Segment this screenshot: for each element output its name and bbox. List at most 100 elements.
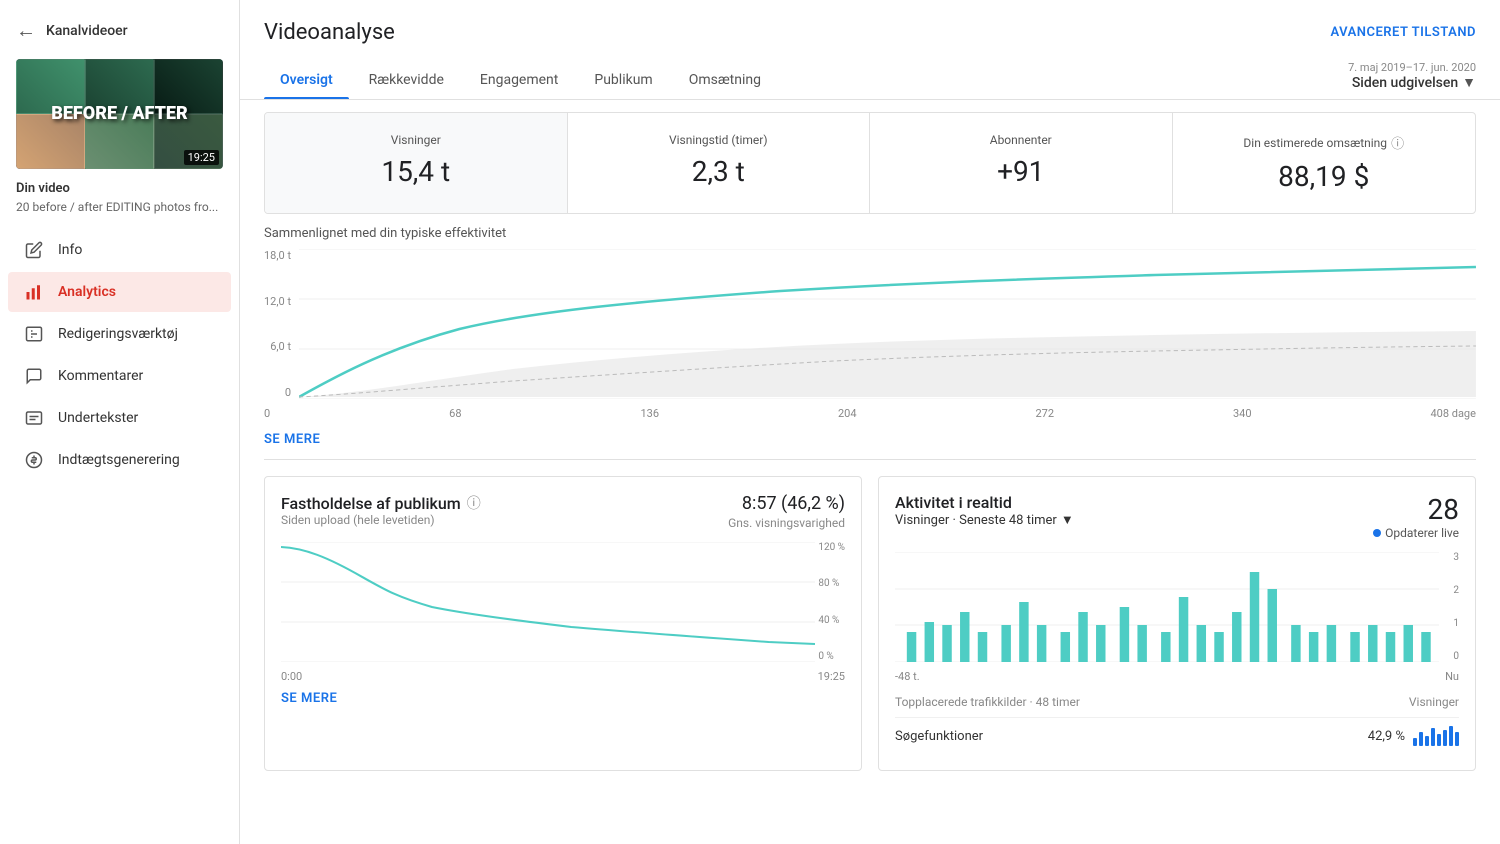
traffic-header: Topplacerede trafikkilder · 48 timer Vis… <box>895 695 1459 709</box>
retention-subtitle: Siden upload (hele levetiden) <box>281 513 481 527</box>
retention-svg <box>281 542 815 662</box>
stats-section: Visninger 15,4 t Visningstid (timer) 2,3… <box>240 112 1500 214</box>
sidebar-item-comments[interactable]: Kommentarer <box>8 356 231 396</box>
retention-panel-header: Fastholdelse af publikum ⓘ Siden upload … <box>281 493 845 530</box>
realtime-chart: 3 2 1 0 <box>895 552 1459 662</box>
analytics-icon <box>24 282 44 302</box>
realtime-dropdown[interactable]: Visninger · Seneste 48 timer ▼ <box>895 512 1074 528</box>
tab-engagement[interactable]: Engagement <box>464 62 574 98</box>
sidebar-item-monetization-label: Indtægtsgenerering <box>58 452 180 468</box>
bottom-panels: Fastholdelse af publikum ⓘ Siden upload … <box>264 476 1476 771</box>
sidebar-header-title: Kanalvideoer <box>46 23 128 39</box>
stat-label-visninger: Visninger <box>289 133 543 147</box>
date-range-dates: 7. maj 2019–17. jun. 2020 <box>1348 61 1476 74</box>
info-icon: ⓘ <box>1391 133 1404 152</box>
realtime-count: 28 <box>1373 493 1459 526</box>
retention-y-labels: 120 % 80 % 40 % 0 % <box>818 542 845 662</box>
traffic-row-search: Søgefunktioner 42,9 % <box>895 717 1459 754</box>
sidebar-item-editor-label: Redigeringsværktøj <box>58 326 178 342</box>
live-dot <box>1373 529 1381 537</box>
realtime-title: Aktivitet i realtid <box>895 493 1074 512</box>
stat-card-omsaetning: Din estimerede omsætning ⓘ 88,19 $ <box>1173 113 1476 213</box>
live-indicator: Opdaterer live <box>1373 526 1459 540</box>
sidebar-item-subtitles-label: Undertekster <box>58 410 138 426</box>
mini-bar-1 <box>1413 738 1417 746</box>
back-icon: ← <box>16 18 36 43</box>
main-header: Videoanalyse AVANCERET TILSTAND <box>240 0 1500 45</box>
sidebar-item-info[interactable]: Info <box>8 230 231 270</box>
page-title: Videoanalyse <box>264 20 395 45</box>
chevron-down-icon: ▼ <box>1462 74 1476 91</box>
comparison-text: Sammenlignet med din typiske effektivite… <box>240 214 1500 249</box>
tab-omsaetning[interactable]: Omsætning <box>673 62 777 98</box>
thumbnail-text: BEFORE / AFTER <box>51 103 188 125</box>
mini-chart <box>1413 726 1459 746</box>
retention-chart: 120 % 80 % 40 % 0 % <box>281 542 845 662</box>
see-more-button-main[interactable]: SE MERE <box>264 432 320 447</box>
mini-bar-3 <box>1425 736 1429 746</box>
sidebar-item-monetization[interactable]: Indtægtsgenerering <box>8 440 231 480</box>
advanced-mode-button[interactable]: AVANCERET TILSTAND <box>1330 25 1476 40</box>
tab-oversigt[interactable]: Oversigt <box>264 62 349 98</box>
editor-icon <box>24 324 44 344</box>
retention-title-row: Fastholdelse af publikum ⓘ <box>281 493 481 513</box>
divider <box>264 459 1476 460</box>
retention-panel: Fastholdelse af publikum ⓘ Siden upload … <box>264 476 862 771</box>
date-range-container: 7. maj 2019–17. jun. 2020 Siden udgivels… <box>1348 61 1476 99</box>
chart-x-labels: 0 68 136 204 272 340 408 dage <box>240 403 1500 420</box>
video-title: Din video <box>16 181 223 196</box>
video-subtitle: 20 before / after EDITING photos fro... <box>16 200 223 214</box>
subtitles-icon <box>24 408 44 428</box>
sidebar-nav: Info Analytics Redigeringsværktøj Kommen… <box>0 230 239 482</box>
stat-value-visningstid: 2,3 t <box>592 155 846 188</box>
main-chart-svg <box>299 249 1476 399</box>
mini-bar-4 <box>1431 728 1435 746</box>
traffic-source-label: Søgefunktioner <box>895 729 983 744</box>
traffic-value-container: 42,9 % <box>1368 726 1459 746</box>
date-dropdown[interactable]: Siden udgivelsen ▼ <box>1352 74 1476 91</box>
retention-title-group: Fastholdelse af publikum ⓘ Siden upload … <box>281 493 481 527</box>
stat-value-omsaetning: 88,19 $ <box>1197 160 1452 193</box>
dropdown-arrow-icon: ▼ <box>1061 512 1074 528</box>
sidebar-item-editor[interactable]: Redigeringsværktøj <box>8 314 231 354</box>
date-dropdown-value: Siden udgivelsen <box>1352 75 1458 91</box>
realtime-count-group: 28 Opdaterer live <box>1373 493 1459 540</box>
stat-value-visninger: 15,4 t <box>289 155 543 188</box>
mini-bar-2 <box>1419 732 1423 746</box>
stat-label-visningstid: Visningstid (timer) <box>592 133 846 147</box>
retention-metric-group: 8:57 (46,2 %) Gns. visningsvarighed <box>728 493 845 530</box>
traffic-section: Topplacerede trafikkilder · 48 timer Vis… <box>895 695 1459 754</box>
retention-metric-sub: Gns. visningsvarighed <box>728 516 845 530</box>
realtime-y-labels: 3 2 1 0 <box>1453 552 1459 662</box>
sidebar-item-subtitles[interactable]: Undertekster <box>8 398 231 438</box>
realtime-x-labels: -48 t. Nu <box>895 670 1459 683</box>
mini-bar-6 <box>1443 730 1447 746</box>
sidebar-item-analytics-label: Analytics <box>58 284 116 300</box>
sidebar-item-info-label: Info <box>58 242 82 258</box>
main-content: Videoanalyse AVANCERET TILSTAND Oversigt… <box>240 0 1500 844</box>
mini-bar-7 <box>1449 726 1453 746</box>
stat-card-abonnenter: Abonnenter +91 <box>870 113 1173 213</box>
stat-label-omsaetning: Din estimerede omsætning ⓘ <box>1197 133 1452 152</box>
realtime-title-group: Aktivitet i realtid Visninger · Seneste … <box>895 493 1074 528</box>
traffic-percentage: 42,9 % <box>1368 729 1405 744</box>
sidebar-item-analytics[interactable]: Analytics <box>8 272 231 312</box>
back-button[interactable]: ← Kanalvideoer <box>0 10 239 59</box>
mini-bar-5 <box>1437 734 1441 746</box>
realtime-svg <box>895 552 1439 662</box>
chart-y-labels: 18,0 t 12,0 t 6,0 t 0 <box>264 249 299 399</box>
tabs-container: Oversigt Rækkevidde Engagement Publikum … <box>240 61 1500 100</box>
video-thumbnail-container: BEFORE / AFTER 19:25 <box>16 59 223 169</box>
retention-title: Fastholdelse af publikum <box>281 494 461 513</box>
stat-value-abonnenter: +91 <box>894 155 1148 188</box>
sidebar-item-comments-label: Kommentarer <box>58 368 143 384</box>
see-more-button-retention[interactable]: SE MERE <box>281 691 845 706</box>
retention-metric: 8:57 (46,2 %) <box>728 493 845 514</box>
thumbnail-overlay: BEFORE / AFTER <box>16 59 223 169</box>
tab-publikum[interactable]: Publikum <box>578 62 668 98</box>
edit-icon <box>24 240 44 260</box>
tab-raekkevidde[interactable]: Rækkevidde <box>353 62 460 98</box>
stats-row: Visninger 15,4 t Visningstid (timer) 2,3… <box>264 112 1476 214</box>
comments-icon <box>24 366 44 386</box>
monetization-icon <box>24 450 44 470</box>
